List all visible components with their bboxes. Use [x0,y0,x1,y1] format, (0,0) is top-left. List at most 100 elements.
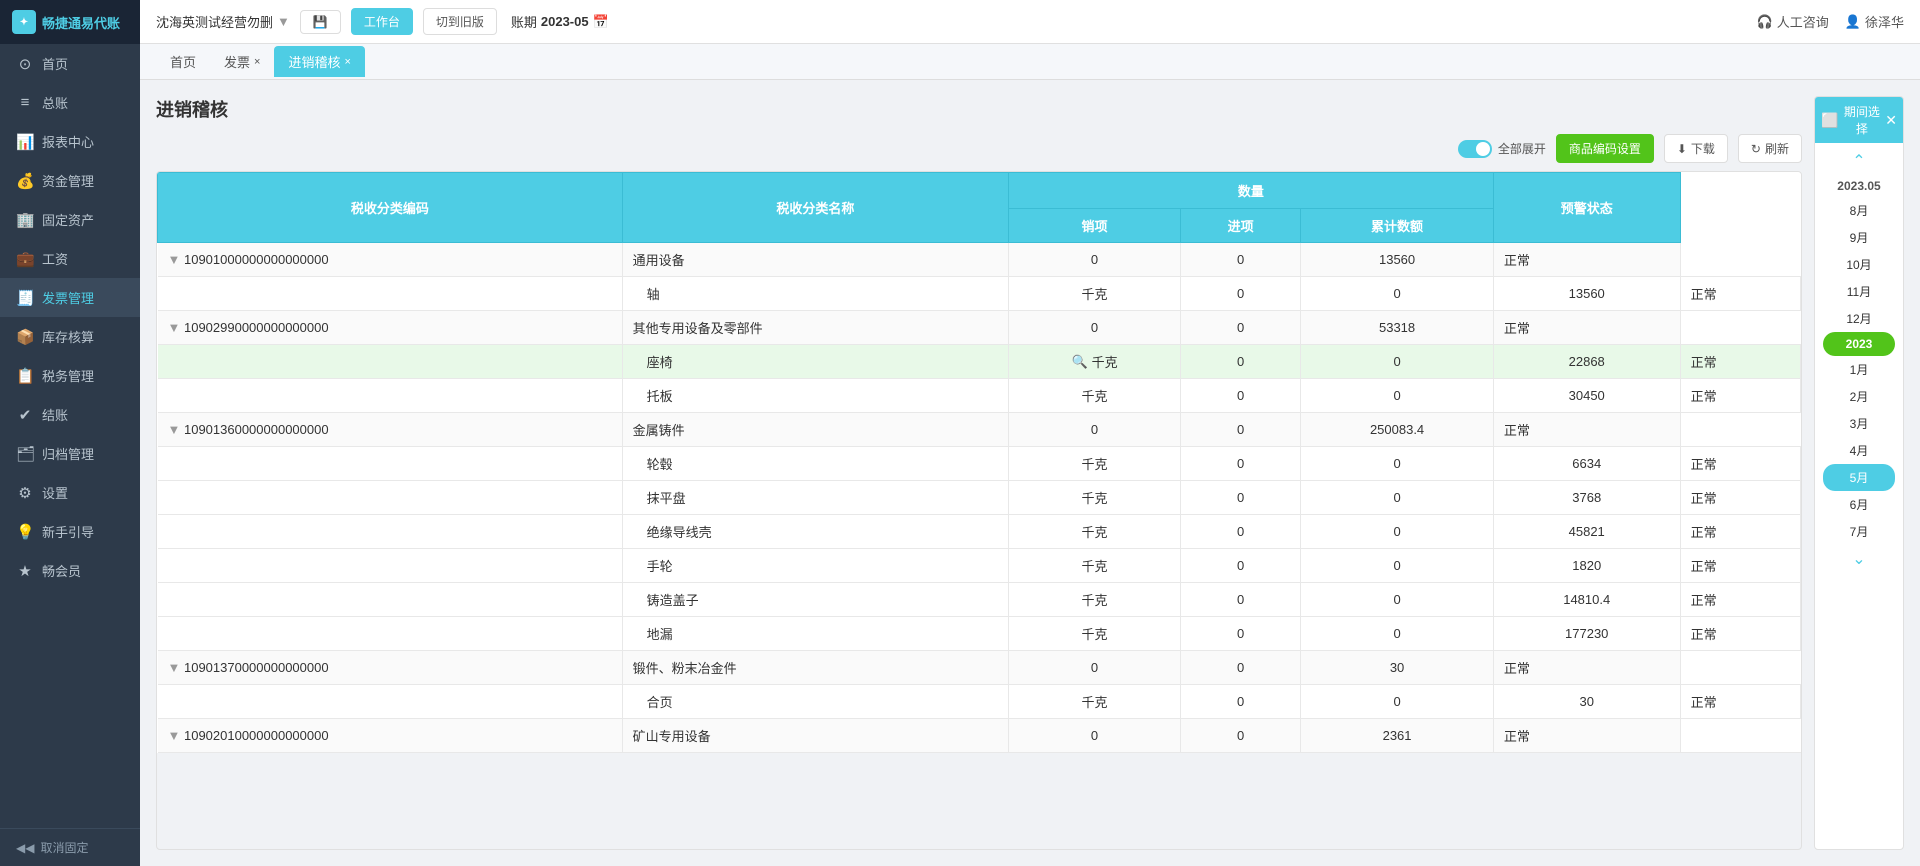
cell-code: ▼ 10902990000000000000 [158,311,623,345]
panel-month-12[interactable]: 12月 [1815,305,1903,332]
cell-code [158,345,623,379]
panel-month-4[interactable]: 4月 [1815,437,1903,464]
expand-all-toggle[interactable]: 全部展开 [1458,140,1546,158]
user-menu[interactable]: 👤 徐泽华 [1845,12,1904,31]
topbar-right: 🎧 人工咨询 👤 徐泽华 [1757,12,1904,31]
cell-total: 30 [1301,651,1494,685]
workbench-button[interactable]: 工作台 [351,8,413,35]
cell-purchase: 0 [1301,447,1494,481]
sidebar-item-inventory[interactable]: 📦 库存核算 [0,317,140,356]
panel-month-9[interactable]: 9月 [1815,224,1903,251]
cell-name: 抹平盘 [622,481,1008,515]
sidebar-item-assets[interactable]: 🏢 固定资产 [0,200,140,239]
company-selector[interactable]: 沈海英测试经营勿删 ▼ [156,12,290,31]
search-icon[interactable]: 🔍 [1071,354,1087,370]
sidebar-item-guide[interactable]: 💡 新手引导 [0,512,140,551]
sidebar-item-close-account[interactable]: ✔ 结账 [0,395,140,434]
tab-invoice[interactable]: 发票 × [210,46,274,77]
cell-status: 正常 [1493,651,1680,685]
guide-icon: 💡 [16,523,34,541]
panel-month-10[interactable]: 10月 [1815,251,1903,278]
panel-month-11[interactable]: 11月 [1815,278,1903,305]
refresh-button[interactable]: ↻ 刷新 [1738,134,1802,163]
cell-code [158,379,623,413]
sidebar-item-salary[interactable]: 💼 工资 [0,239,140,278]
panel-next-btn[interactable]: ⌄ [1815,545,1903,573]
panel-month-1[interactable]: 1月 [1815,356,1903,383]
unit-value: 千克 [1082,454,1108,473]
switch-version-button[interactable]: 切到旧版 [423,8,497,35]
toggle-switch-control[interactable] [1458,140,1492,158]
sidebar-item-reports[interactable]: 📊 报表中心 [0,122,140,161]
data-table: 税收分类编码 税收分类名称 数量 预警状态 销项 进项 累计数额 [157,172,1801,753]
cell-purchase: 0 [1301,277,1494,311]
sidebar-item-label: 资金管理 [42,171,94,190]
tab-home[interactable]: 首页 [156,46,210,77]
col-header-total: 累计数额 [1301,209,1494,243]
product-code-button[interactable]: 商品编码设置 [1556,134,1654,163]
panel-prev-btn[interactable]: ⌃ [1815,147,1903,175]
table-row: 手轮 千克 0 0 1820 正常 [158,549,1801,583]
cell-status: 正常 [1493,243,1680,277]
cell-name: 地漏 [622,617,1008,651]
sidebar-item-settings[interactable]: ⚙ 设置 [0,473,140,512]
period-label: 账期 [511,12,537,31]
unit-value: 千克 [1082,692,1108,711]
cell-unit: 千克 [1009,583,1181,617]
panel-year-badge[interactable]: 2023 [1823,332,1895,356]
funds-icon: 💰 [16,172,34,190]
cell-purchase: 0 [1301,549,1494,583]
content: 进销稽核 全部展开 商品编码设置 ⬇ 下载 ↻ 刷新 [140,80,1920,866]
cell-sale: 0 [1181,515,1301,549]
assets-icon: 🏢 [16,211,34,229]
col-header-purchase: 进项 [1181,209,1301,243]
cell-status: 正常 [1680,515,1800,549]
cell-code [158,549,623,583]
panel-month-8[interactable]: 8月 [1815,197,1903,224]
expand-icon[interactable]: ▼ [168,660,181,675]
cell-sale: 0 [1009,243,1181,277]
expand-icon[interactable]: ▼ [168,728,181,743]
cell-name: 锻件、粉末冶金件 [622,651,1008,685]
download-button[interactable]: ⬇ 下载 [1664,134,1728,163]
calendar-icon[interactable]: 📅 [593,14,609,30]
support-link[interactable]: 🎧 人工咨询 [1757,12,1829,31]
panel-year-label: 2023.05 [1815,175,1903,197]
sidebar-item-home[interactable]: ⊙ 首页 [0,44,140,83]
sidebar-item-member[interactable]: ★ 畅会员 [0,551,140,590]
panel-close-btn[interactable]: ✕ [1885,112,1897,129]
panel-month-2[interactable]: 2月 [1815,383,1903,410]
panel-month-6[interactable]: 6月 [1815,491,1903,518]
save-draft-button[interactable]: 💾 [300,10,341,34]
panel-expand-btn[interactable]: ⬜ [1821,112,1838,129]
toolbar: 全部展开 商品编码设置 ⬇ 下载 ↻ 刷新 [156,134,1802,163]
expand-icon[interactable]: ▼ [168,252,181,267]
cell-total: 45821 [1493,515,1680,549]
cell-code: ▼ 10902010000000000000 [158,719,623,753]
panel-body: ⌃ 2023.05 8月 9月 10月 11月 12月 2023 1月 2月 3… [1815,143,1903,849]
sidebar-item-archive[interactable]: 🗂 归档管理 [0,434,140,473]
cell-purchase: 0 [1181,311,1301,345]
sidebar-item-invoice[interactable]: 🧾 发票管理 [0,278,140,317]
cell-purchase: 0 [1301,481,1494,515]
tab-reconcile[interactable]: 进销稽核 × [274,46,364,77]
expand-icon[interactable]: ▼ [168,320,181,335]
sidebar-item-funds[interactable]: 💰 资金管理 [0,161,140,200]
sidebar-item-ledger[interactable]: ≡ 总账 [0,83,140,122]
support-label: 人工咨询 [1777,12,1829,31]
cell-sale: 0 [1009,413,1181,447]
panel-month-3[interactable]: 3月 [1815,410,1903,437]
expand-icon[interactable]: ▼ [168,422,181,437]
cell-code [158,685,623,719]
sidebar-item-label: 固定资产 [42,210,94,229]
table-row: 铸造盖子 千克 0 0 14810.4 正常 [158,583,1801,617]
tab-invoice-close[interactable]: × [254,56,260,68]
unpin-button[interactable]: ◀◀ 取消固定 [0,828,140,866]
cell-status: 正常 [1680,447,1800,481]
cell-sale: 0 [1181,685,1301,719]
panel-month-7[interactable]: 7月 [1815,518,1903,545]
panel-month-5[interactable]: 5月 [1823,464,1895,491]
sidebar-item-tax[interactable]: 📋 税务管理 [0,356,140,395]
cell-purchase: 0 [1301,515,1494,549]
tab-reconcile-close[interactable]: × [344,56,350,68]
